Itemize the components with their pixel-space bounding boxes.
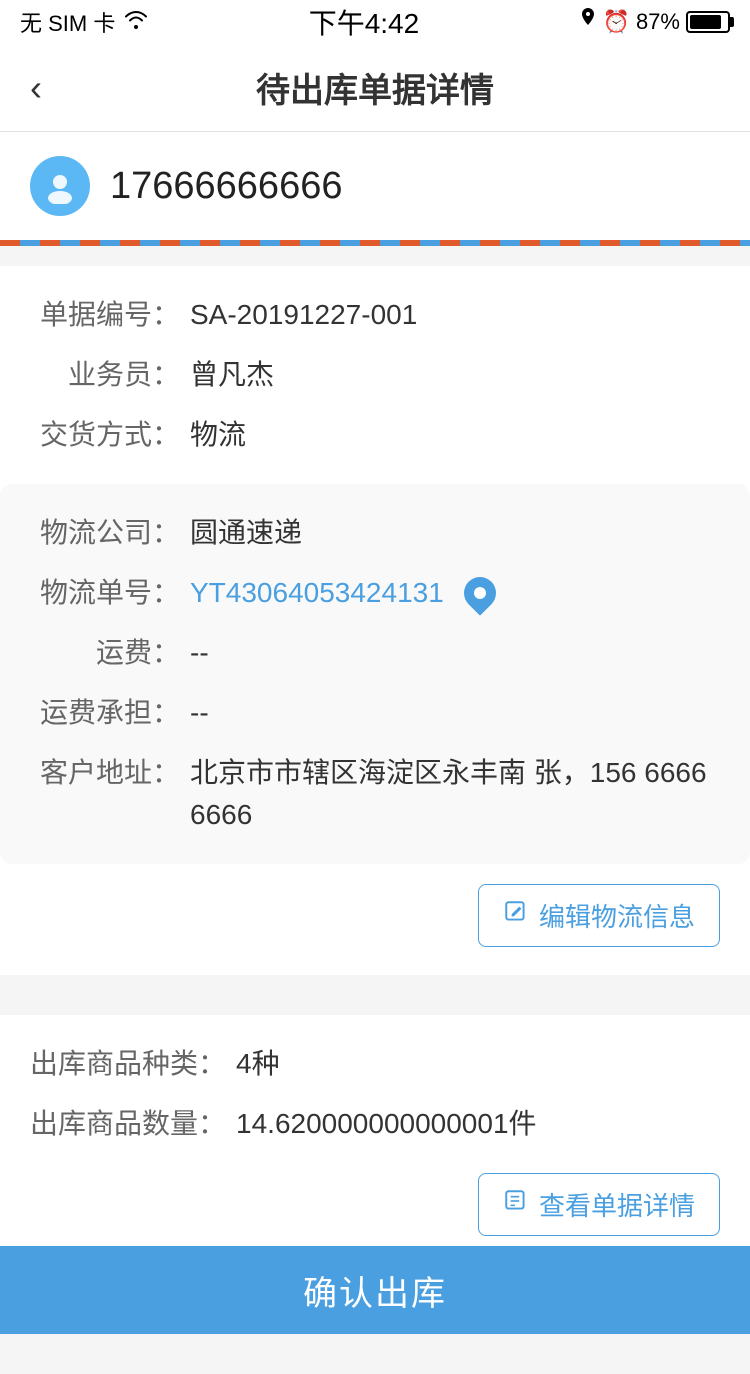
logistics-section: 物流公司： 圆通速递 物流单号： YT43064053424131 运费： --… [0,484,750,975]
company-value: 圆通速递 [190,512,720,554]
goods-types-row: 出库商品种类： 4种 [30,1043,720,1085]
order-number-label: 单据编号： [30,294,190,336]
tracking-value: YT43064053424131 [190,572,720,614]
address-row: 客户地址： 北京市市辖区海淀区永丰南 张，156 6666 6666 [30,752,720,836]
freight-row: 运费： -- [30,632,720,674]
customer-phone: 17666666666 [110,165,342,208]
goods-quantity-value: 14.620000000000001件 [236,1103,720,1145]
confirm-btn-label: 确认出库 [303,1266,447,1315]
nav-bar: ‹ 待出库单据详情 [0,44,750,132]
edit-logistics-label: 编辑物流信息 [539,897,695,934]
freight-bear-label: 运费承担： [30,692,190,734]
location-icon[interactable] [457,570,502,615]
goods-quantity-row: 出库商品数量： 14.620000000000001件 [30,1103,720,1145]
wifi-icon [123,8,149,36]
sim-label: 无 SIM 卡 [20,6,115,38]
basic-info-section: 单据编号： SA-20191227-001 业务员： 曾凡杰 交货方式： 物流 [0,266,750,484]
dashed-separator [0,240,750,246]
battery-icon [686,11,730,33]
salesman-row: 业务员： 曾凡杰 [30,354,720,396]
status-bar: 无 SIM 卡 下午4:42 ⏰ 87% [0,0,750,44]
salesman-value: 曾凡杰 [190,354,720,396]
status-time: 下午4:42 [309,2,420,42]
delivery-row: 交货方式： 物流 [30,414,720,456]
tracking-label: 物流单号： [30,572,190,614]
edit-logistics-button[interactable]: 编辑物流信息 [478,884,720,947]
location-icon [579,8,597,36]
customer-header: 17666666666 [0,132,750,240]
goods-types-label: 出库商品种类： [30,1043,236,1085]
status-right: ⏰ 87% [579,8,730,36]
address-label: 客户地址： [30,752,190,794]
goods-types-value: 4种 [236,1043,720,1085]
company-label: 物流公司： [30,512,190,554]
list-icon [503,1188,529,1221]
back-button[interactable]: ‹ [30,67,42,109]
logistics-card: 物流公司： 圆通速递 物流单号： YT43064053424131 运费： --… [0,484,750,864]
delivery-label: 交货方式： [30,414,190,456]
order-number-row: 单据编号： SA-20191227-001 [30,294,720,336]
freight-value: -- [190,632,720,674]
goods-section: 出库商品种类： 4种 出库商品数量： 14.620000000000001件 [0,1015,750,1173]
freight-bear-row: 运费承担： -- [30,692,720,734]
page-title: 待出库单据详情 [256,63,494,112]
view-detail-label: 查看单据详情 [539,1186,695,1223]
order-number-value: SA-20191227-001 [190,294,720,336]
view-detail-button[interactable]: 查看单据详情 [478,1173,720,1236]
goods-quantity-label: 出库商品数量： [30,1103,236,1145]
company-row: 物流公司： 圆通速递 [30,512,720,554]
freight-bear-value: -- [190,692,720,734]
avatar [30,156,90,216]
salesman-label: 业务员： [30,354,190,396]
freight-label: 运费： [30,632,190,674]
edit-btn-row: 编辑物流信息 [0,884,750,975]
alarm-icon: ⏰ [603,9,630,35]
address-value: 北京市市辖区海淀区永丰南 张，156 6666 6666 [190,752,720,836]
tracking-row: 物流单号： YT43064053424131 [30,572,720,614]
edit-icon [503,899,529,932]
battery-percent: 87% [636,9,680,35]
section-divider [0,975,750,995]
delivery-value: 物流 [190,414,720,456]
confirm-button[interactable]: 确认出库 [0,1246,750,1334]
status-left: 无 SIM 卡 [20,6,149,38]
